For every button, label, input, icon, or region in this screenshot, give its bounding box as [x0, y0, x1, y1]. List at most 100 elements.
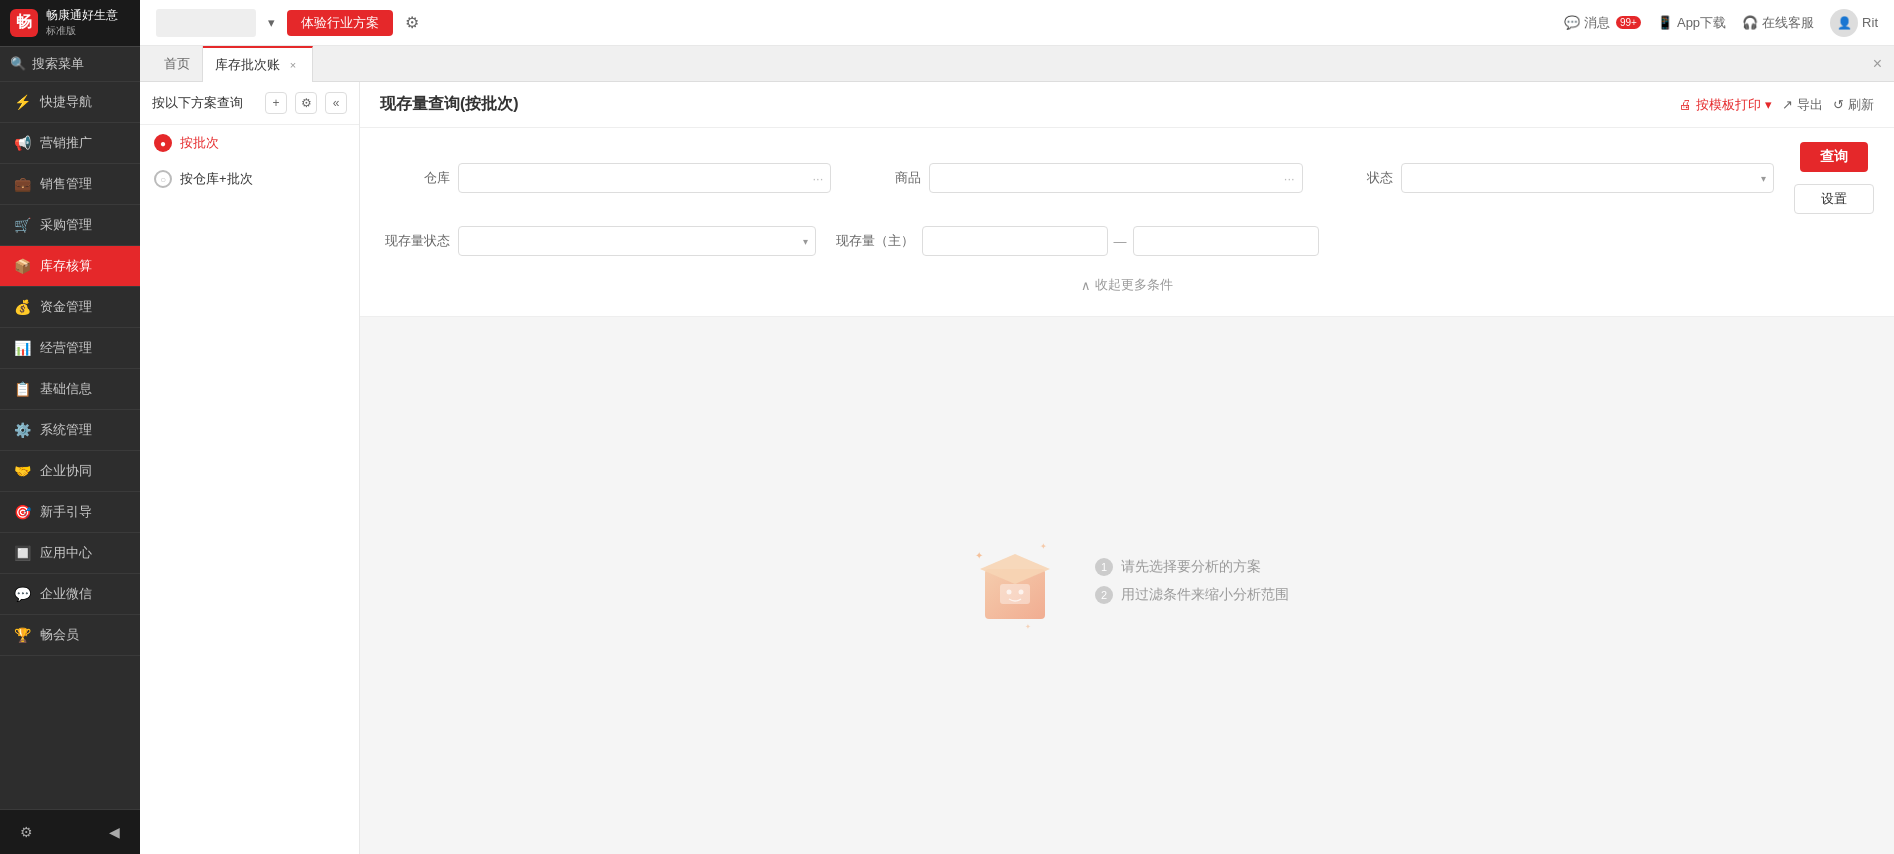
refresh-icon: ↺: [1833, 97, 1844, 112]
sidebar-item-purchase[interactable]: 🛒 采购管理: [0, 205, 140, 246]
stock-status-select[interactable]: [458, 226, 816, 256]
export-button[interactable]: ↗ 导出: [1782, 96, 1823, 114]
template-print-button[interactable]: 🖨 按模板打印 ▾: [1679, 96, 1772, 114]
query-button[interactable]: 查询: [1800, 142, 1868, 172]
sidebar-footer: ⚙ ◀: [0, 809, 140, 854]
product-input[interactable]: [929, 163, 1302, 193]
filter-item-by-warehouse-batch[interactable]: ○ 按仓库+批次: [140, 161, 359, 197]
tab-inventory-batch[interactable]: 库存批次账 ×: [203, 46, 313, 82]
message-icon: 💬: [1564, 15, 1580, 30]
trial-button[interactable]: 体验行业方案: [287, 10, 393, 36]
query-row-2: 现存量状态 ▾ 现存量（主） —: [380, 226, 1874, 256]
status-label: 状态: [1323, 169, 1393, 187]
tip-number-1: 1: [1095, 558, 1113, 576]
status-select-wrap: ▾: [1401, 163, 1774, 193]
sidebar: 畅 畅康通好生意 标准版 🔍 搜索菜单 ⚡ 快捷导航 📢 营销推广 💼 销售管理…: [0, 0, 140, 854]
sidebar-item-wechat[interactable]: 💬 企业微信: [0, 574, 140, 615]
warehouse-more-icon[interactable]: ···: [812, 171, 823, 186]
chevron-up-icon: ∧: [1081, 278, 1091, 293]
query-actions: 查询 设置: [1794, 142, 1874, 214]
sidebar-item-marketing[interactable]: 📢 营销推广: [0, 123, 140, 164]
sidebar-collapse-button[interactable]: ◀: [100, 818, 128, 846]
filter-collapse-button[interactable]: «: [325, 92, 347, 114]
content-area: 按以下方案查询 + ⚙ « ● 按批次 ○ 按仓库+批次 现存量查询(按批次): [140, 82, 1894, 854]
app-info: 畅康通好生意 标准版: [46, 8, 118, 38]
inventory-icon: 📦: [12, 256, 32, 276]
refresh-button[interactable]: ↺ 刷新: [1833, 96, 1874, 114]
topbar-settings-icon[interactable]: ⚙: [405, 13, 419, 32]
basics-icon: 📋: [12, 379, 32, 399]
filter-item-by-batch[interactable]: ● 按批次: [140, 125, 359, 161]
sidebar-item-basics[interactable]: 📋 基础信息: [0, 369, 140, 410]
messages-button[interactable]: 💬 消息 99+: [1564, 14, 1641, 32]
tab-home[interactable]: 首页: [152, 46, 203, 82]
filter-settings-button[interactable]: ⚙: [295, 92, 317, 114]
stock-qty-label: 现存量（主）: [836, 232, 914, 250]
query-row-1: 仓库 ··· 商品 ··· 状态: [380, 142, 1874, 214]
range-separator: —: [1114, 234, 1127, 249]
svg-point-2: [1007, 590, 1012, 595]
sidebar-item-inventory[interactable]: 📦 库存核算: [0, 246, 140, 287]
user-avatar: 👤: [1830, 9, 1858, 37]
print-icon: 🖨: [1679, 97, 1692, 112]
svg-point-3: [1019, 590, 1024, 595]
status-select[interactable]: [1401, 163, 1774, 193]
sidebar-item-vip[interactable]: 🏆 畅会员: [0, 615, 140, 656]
page-header: 现存量查询(按批次) 🖨 按模板打印 ▾ ↗ 导出 ↺ 刷新: [360, 82, 1894, 128]
sidebar-item-finance[interactable]: 💰 资金管理: [0, 287, 140, 328]
sidebar-item-system[interactable]: ⚙️ 系统管理: [0, 410, 140, 451]
online-service-button[interactable]: 🎧 在线客服: [1742, 14, 1814, 32]
stock-qty-max-input[interactable]: [1133, 226, 1319, 256]
app-title: 畅康通好生意: [46, 8, 118, 24]
product-input-wrap: ···: [929, 163, 1302, 193]
sidebar-settings-button[interactable]: ⚙: [12, 818, 40, 846]
tabbar: 首页 库存批次账 × ×: [140, 46, 1894, 82]
collapse-more-button[interactable]: ∧ 收起更多条件: [380, 268, 1874, 302]
stock-qty-min-input[interactable]: [922, 226, 1108, 256]
page-title: 现存量查询(按批次): [380, 94, 519, 115]
operations-icon: 📊: [12, 338, 32, 358]
empty-state: ✦ ✦ ✦ 1 请先选择要分析的方案 2 用过滤条件来缩小分析范围: [360, 317, 1894, 854]
export-icon: ↗: [1782, 97, 1793, 112]
app-download-button[interactable]: 📱 App下载: [1657, 14, 1726, 32]
filter-dot-gray: ○: [154, 170, 172, 188]
print-dropdown-icon[interactable]: ▾: [1765, 97, 1772, 112]
product-field: 商品 ···: [851, 163, 1302, 193]
filter-sidebar-title: 按以下方案查询: [152, 94, 243, 112]
filter-add-button[interactable]: +: [265, 92, 287, 114]
sidebar-search[interactable]: 🔍 搜索菜单: [0, 47, 140, 82]
sidebar-item-operations[interactable]: 📊 经营管理: [0, 328, 140, 369]
stock-status-field: 现存量状态 ▾: [380, 226, 816, 256]
sidebar-item-newuser[interactable]: 🎯 新手引导: [0, 492, 140, 533]
filter-sidebar-header: 按以下方案查询 + ⚙ «: [140, 82, 359, 125]
product-more-icon[interactable]: ···: [1284, 171, 1295, 186]
enterprise-icon: 🤝: [12, 461, 32, 481]
sidebar-item-apps[interactable]: 🔲 应用中心: [0, 533, 140, 574]
purchase-icon: 🛒: [12, 215, 32, 235]
sidebar-item-quick-nav[interactable]: ⚡ 快捷导航: [0, 82, 140, 123]
topbar-dropdown-icon[interactable]: ▾: [268, 15, 275, 30]
headset-icon: 🎧: [1742, 15, 1758, 30]
tab-close-button[interactable]: ×: [286, 58, 300, 72]
page-header-actions: 🖨 按模板打印 ▾ ↗ 导出 ↺ 刷新: [1679, 96, 1874, 114]
settings-button[interactable]: 设置: [1794, 184, 1874, 214]
topbar-input[interactable]: [156, 9, 256, 37]
topbar: ▾ 体验行业方案 ⚙ 💬 消息 99+ 📱 App下载 🎧 在线客服 👤 Rit: [140, 0, 1894, 46]
stock-status-select-wrap: ▾: [458, 226, 816, 256]
vip-icon: 🏆: [12, 625, 32, 645]
stock-qty-field: 现存量（主） —: [836, 226, 1319, 256]
query-form: 仓库 ··· 商品 ··· 状态: [360, 128, 1894, 317]
warehouse-input[interactable]: [458, 163, 831, 193]
messages-badge: 99+: [1616, 16, 1641, 29]
sidebar-item-enterprise[interactable]: 🤝 企业协同: [0, 451, 140, 492]
main-area: ▾ 体验行业方案 ⚙ 💬 消息 99+ 📱 App下载 🎧 在线客服 👤 Rit: [140, 0, 1894, 854]
apps-icon: 🔲: [12, 543, 32, 563]
app-logo: 畅: [10, 9, 38, 37]
user-name: Rit: [1862, 15, 1878, 30]
tab-panel-close-button[interactable]: ×: [1861, 55, 1894, 73]
newuser-icon: 🎯: [12, 502, 32, 522]
search-icon: 🔍: [10, 56, 26, 71]
app-subtitle: 标准版: [46, 24, 118, 38]
user-profile-button[interactable]: 👤 Rit: [1830, 9, 1878, 37]
sidebar-item-sales[interactable]: 💼 销售管理: [0, 164, 140, 205]
